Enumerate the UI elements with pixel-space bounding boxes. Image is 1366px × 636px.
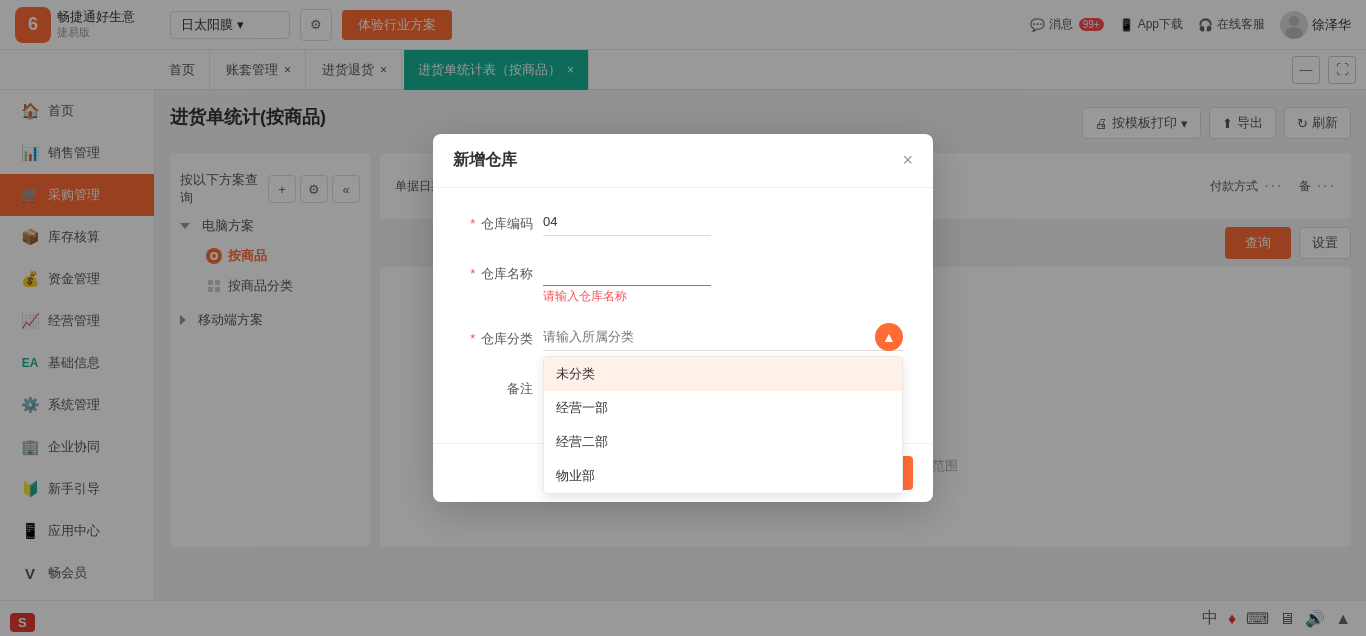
- option-unclassified[interactable]: 未分类: [544, 357, 902, 391]
- option-dept3[interactable]: 物业部: [544, 459, 902, 493]
- name-label: * 仓库名称: [463, 258, 543, 290]
- dialog-body: * 仓库编码 * 仓库名称 请输入仓库名称: [433, 188, 933, 443]
- name-error-message: 请输入仓库名称: [543, 288, 903, 305]
- code-label: * 仓库编码: [463, 208, 543, 240]
- dialog-overlay: 新增仓库 × * 仓库编码 * 仓库名称: [0, 0, 1366, 636]
- name-input[interactable]: [543, 258, 711, 286]
- code-field-row: * 仓库编码: [463, 208, 903, 240]
- category-field-row: * 仓库分类 ▲ 未分类 经营一部 经营二部 物业部: [463, 323, 903, 355]
- category-input[interactable]: [543, 323, 903, 351]
- option-dept2[interactable]: 经营二部: [544, 425, 902, 459]
- category-dropdown-toggle[interactable]: ▲: [875, 323, 903, 351]
- dialog-header: 新增仓库 ×: [433, 134, 933, 188]
- category-dropdown-list: 未分类 经营一部 经营二部 物业部: [543, 356, 903, 494]
- code-input[interactable]: [543, 208, 711, 236]
- name-field-row: * 仓库名称 请输入仓库名称: [463, 258, 903, 305]
- category-label: * 仓库分类: [463, 323, 543, 355]
- dialog-title: 新增仓库: [453, 150, 517, 171]
- new-warehouse-dialog: 新增仓库 × * 仓库编码 * 仓库名称: [433, 134, 933, 502]
- note-label: 备注: [463, 373, 543, 405]
- dialog-close-button[interactable]: ×: [902, 150, 913, 171]
- option-dept1[interactable]: 经营一部: [544, 391, 902, 425]
